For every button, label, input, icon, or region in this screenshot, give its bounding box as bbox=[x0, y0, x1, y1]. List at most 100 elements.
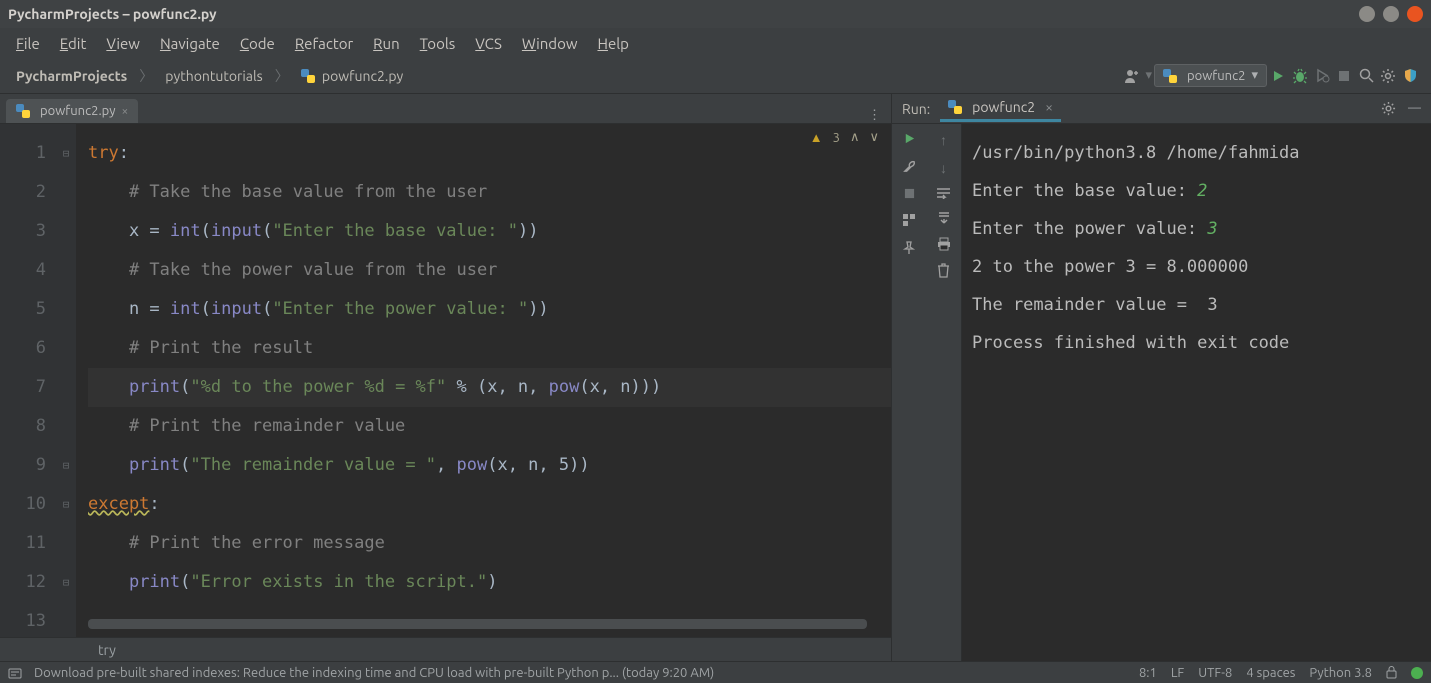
editor-tabs: powfunc2.py × ⋮ bbox=[0, 94, 891, 124]
inspection-widget[interactable]: ▲ 3 ∧ ∨ bbox=[810, 130, 879, 145]
up-icon[interactable]: ↑ bbox=[940, 132, 947, 148]
shield-icon[interactable] bbox=[1399, 65, 1421, 87]
line-separator[interactable]: LF bbox=[1171, 666, 1184, 680]
code-editor[interactable]: 12345678910111213 ⊟⊟⊟⊟ ▲ 3 ∧ ∨ try: # Ta… bbox=[0, 124, 891, 637]
code-line[interactable]: print("%d to the power %d = %f" % (x, n,… bbox=[88, 368, 891, 407]
console-line: Enter the power value: 3 bbox=[972, 210, 1431, 248]
console-line: /usr/bin/python3.8 /home/fahmida bbox=[972, 134, 1431, 172]
breadcrumb-root[interactable]: PycharmProjects bbox=[10, 64, 133, 88]
run-tab[interactable]: powfunc2 × bbox=[940, 95, 1061, 122]
navigation-toolbar: PycharmProjects 〉 pythontutorials 〉 powf… bbox=[0, 58, 1431, 94]
code-line[interactable]: # Take the base value from the user bbox=[88, 173, 891, 212]
code-line[interactable]: # Take the power value from the user bbox=[88, 251, 891, 290]
code-line[interactable]: try: bbox=[88, 134, 891, 173]
rerun-button[interactable] bbox=[903, 132, 916, 145]
run-tool-window: Run: powfunc2 × — bbox=[891, 94, 1431, 661]
chevron-right-icon: 〉 bbox=[139, 66, 153, 86]
code-breadcrumb[interactable]: try bbox=[0, 637, 891, 661]
menu-help[interactable]: Help bbox=[589, 32, 636, 55]
pin-icon[interactable] bbox=[902, 241, 916, 255]
breadcrumb-folder[interactable]: pythontutorials bbox=[159, 64, 268, 88]
close-button[interactable] bbox=[1407, 6, 1423, 22]
code-line[interactable]: # Print the remainder value bbox=[88, 407, 891, 446]
caret-position[interactable]: 8:1 bbox=[1139, 666, 1157, 680]
code-line[interactable]: print("Error exists in the script.") bbox=[88, 563, 891, 602]
coverage-button[interactable] bbox=[1311, 65, 1333, 87]
title-bar: PycharmProjects – powfunc2.py bbox=[0, 0, 1431, 28]
code-line[interactable]: n = int(input("Enter the power value: ")… bbox=[88, 290, 891, 329]
python-icon bbox=[16, 104, 30, 118]
maximize-button[interactable] bbox=[1383, 6, 1399, 22]
run-config-selector[interactable]: powfunc2 ▾ bbox=[1154, 64, 1267, 87]
chevron-right-icon: 〉 bbox=[275, 66, 289, 86]
menu-file[interactable]: File bbox=[8, 32, 48, 55]
breadcrumb-file[interactable]: powfunc2.py bbox=[295, 64, 410, 88]
python-interpreter[interactable]: Python 3.8 bbox=[1309, 666, 1372, 680]
menu-edit[interactable]: Edit bbox=[52, 32, 95, 55]
editor-tab-powfunc2[interactable]: powfunc2.py × bbox=[6, 99, 138, 123]
up-arrow-icon[interactable]: ∧ bbox=[850, 130, 860, 145]
run-tab-label: powfunc2 bbox=[972, 99, 1035, 115]
run-toolbar-mid: ↑ ↓ bbox=[926, 124, 962, 661]
menu-run[interactable]: Run bbox=[365, 32, 408, 55]
menu-refactor[interactable]: Refactor bbox=[287, 32, 361, 55]
menu-code[interactable]: Code bbox=[232, 32, 283, 55]
code-line[interactable]: except: bbox=[88, 485, 891, 524]
run-button[interactable] bbox=[1267, 65, 1289, 87]
breadcrumb: PycharmProjects 〉 pythontutorials 〉 powf… bbox=[10, 64, 409, 88]
close-icon[interactable]: × bbox=[122, 105, 129, 118]
print-icon[interactable] bbox=[937, 237, 951, 251]
soft-wrap-icon[interactable] bbox=[936, 188, 951, 199]
code-line[interactable]: print("The remainder value = ", pow(x, n… bbox=[88, 446, 891, 485]
wrench-icon[interactable] bbox=[902, 159, 917, 174]
search-icon[interactable] bbox=[1355, 65, 1377, 87]
trash-icon[interactable] bbox=[937, 263, 950, 278]
run-title: Run: bbox=[902, 101, 930, 117]
run-config-label: powfunc2 bbox=[1187, 69, 1245, 83]
menu-vcs[interactable]: VCS bbox=[467, 32, 510, 55]
add-user-icon[interactable] bbox=[1121, 65, 1143, 87]
python-icon bbox=[301, 69, 315, 83]
file-encoding[interactable]: UTF-8 bbox=[1198, 666, 1232, 680]
run-toolbar-left bbox=[892, 124, 926, 661]
debug-button[interactable] bbox=[1289, 65, 1311, 87]
python-icon bbox=[948, 100, 962, 114]
fold-column[interactable]: ⊟⊟⊟⊟ bbox=[56, 124, 76, 637]
code-line[interactable]: # Print the error message bbox=[88, 524, 891, 563]
code-line[interactable]: # Print the result bbox=[88, 329, 891, 368]
stop-icon[interactable] bbox=[904, 188, 915, 199]
horizontal-scrollbar[interactable] bbox=[88, 619, 867, 629]
status-message[interactable]: Download pre-built shared indexes: Reduc… bbox=[34, 666, 714, 680]
indent-setting[interactable]: 4 spaces bbox=[1246, 666, 1295, 680]
lock-icon[interactable] bbox=[1386, 666, 1397, 679]
editor-pane: powfunc2.py × ⋮ 12345678910111213 ⊟⊟⊟⊟ ▲… bbox=[0, 94, 891, 661]
menu-bar: FileEditViewNavigateCodeRefactorRunTools… bbox=[0, 28, 1431, 58]
settings-icon[interactable] bbox=[1377, 65, 1399, 87]
close-icon[interactable]: × bbox=[1045, 99, 1053, 115]
down-arrow-icon[interactable]: ∨ bbox=[869, 130, 879, 145]
status-bar: Download pre-built shared indexes: Reduc… bbox=[0, 661, 1431, 683]
editor-tab-label: powfunc2.py bbox=[40, 104, 116, 118]
down-icon[interactable]: ↓ bbox=[940, 160, 947, 176]
console-output[interactable]: /usr/bin/python3.8 /home/fahmida Enter th… bbox=[962, 124, 1431, 661]
gear-icon[interactable] bbox=[1381, 101, 1396, 116]
minimize-button[interactable] bbox=[1359, 6, 1375, 22]
status-indicator-icon[interactable] bbox=[1411, 667, 1423, 679]
layout-icon[interactable] bbox=[902, 213, 916, 227]
console-line: The remainder value = 3 bbox=[972, 286, 1431, 324]
menu-tools[interactable]: Tools bbox=[412, 32, 464, 55]
menu-window[interactable]: Window bbox=[514, 32, 586, 55]
chevron-down-icon: ▾ bbox=[1251, 68, 1258, 83]
dropdown-arrow-icon[interactable]: ▾ bbox=[1145, 68, 1152, 83]
code-line[interactable]: x = int(input("Enter the base value: ")) bbox=[88, 212, 891, 251]
menu-navigate[interactable]: Navigate bbox=[152, 32, 228, 55]
events-icon[interactable] bbox=[8, 666, 22, 680]
run-header: Run: powfunc2 × — bbox=[892, 94, 1431, 124]
code-lines[interactable]: ▲ 3 ∧ ∨ try: # Take the base value from … bbox=[76, 124, 891, 637]
menu-view[interactable]: View bbox=[98, 32, 148, 55]
scroll-to-end-icon[interactable] bbox=[937, 211, 951, 225]
hide-icon[interactable]: — bbox=[1408, 101, 1421, 116]
more-icon[interactable]: ⋮ bbox=[868, 108, 881, 123]
stop-button[interactable] bbox=[1333, 65, 1355, 87]
console-line: 2 to the power 3 = 8.000000 bbox=[972, 248, 1431, 286]
